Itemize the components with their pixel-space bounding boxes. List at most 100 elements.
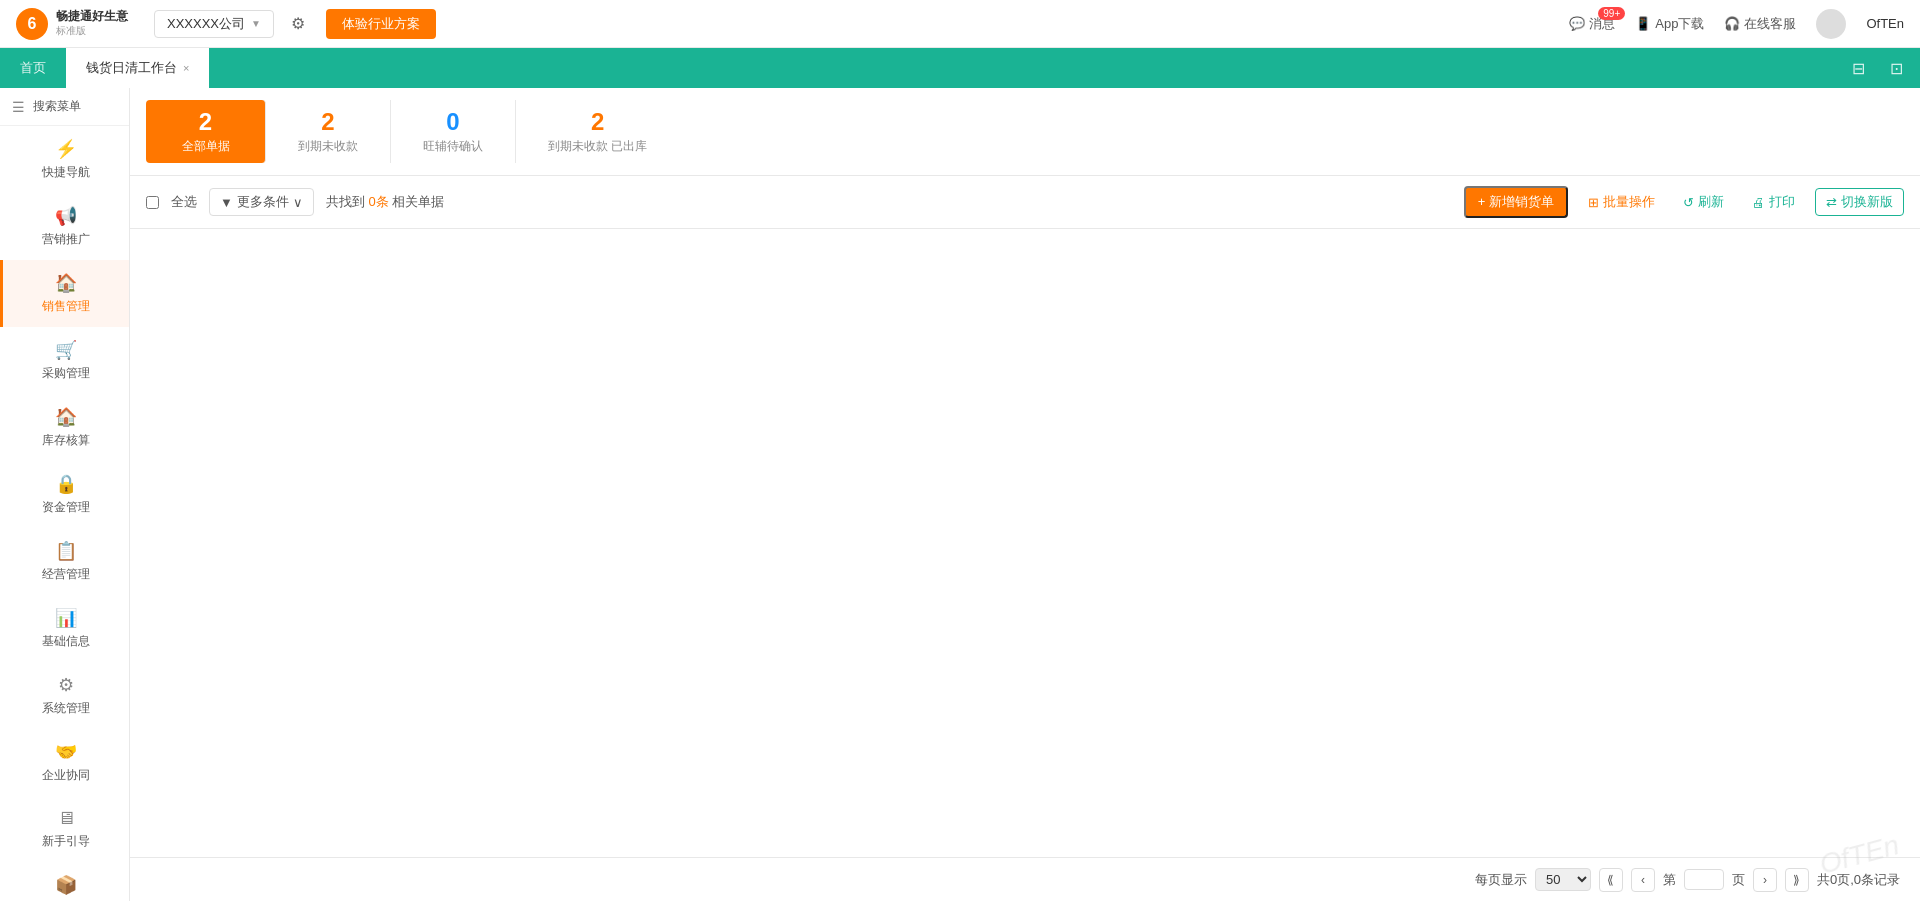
page-input[interactable]: 1 (1684, 869, 1724, 890)
tab-cashflow[interactable]: 钱货日清工作台 × (66, 48, 209, 88)
sidebar-label-capital: 资金管理 (42, 499, 90, 516)
sidebar-item-cooperation[interactable]: 🤝 企业协同 (0, 729, 129, 796)
sidebar-label-system: 系统管理 (42, 700, 90, 717)
nav-tabs-bar: 首页 钱货日清工作台 × ⊟ ⊡ (0, 48, 1920, 88)
stat-number-all: 2 (199, 108, 212, 136)
stat-card-all[interactable]: 2 全部单据 (146, 100, 266, 163)
content-area: 2 全部单据 2 到期未收款 0 旺辅待确认 2 到期未收款 已出库 全选 ▼ … (130, 88, 1920, 901)
online-service-btn[interactable]: 🎧 在线客服 (1724, 15, 1796, 33)
sidebar-label-quick-nav: 快捷导航 (42, 164, 90, 181)
sidebar-item-capital[interactable]: 🔒 资金管理 (0, 461, 129, 528)
settings-icon[interactable]: ⚙ (282, 8, 314, 40)
select-all-checkbox[interactable] (146, 196, 159, 209)
sidebar-label-sales: 销售管理 (42, 298, 90, 315)
table-area (130, 229, 1920, 857)
toolbar-right: + 新增销货单 ⊞ 批量操作 ↺ 刷新 🖨 打印 ⇄ 切换新版 (1464, 186, 1904, 218)
header-right: 💬 消息 99+ 📱 App下载 🎧 在线客服 OfTEn (1569, 9, 1904, 39)
trial-button[interactable]: 体验行业方案 (326, 9, 436, 39)
sidebar-label-basic-info: 基础信息 (42, 633, 90, 650)
guide-icon: 🖥 (57, 808, 75, 829)
logo-area: 6 畅捷通好生意 标准版 (16, 8, 146, 40)
tab-close-icon[interactable]: × (183, 62, 189, 74)
user-name: OfTEn (1866, 16, 1904, 31)
batch-btn[interactable]: ⊞ 批量操作 (1580, 189, 1663, 215)
minimize-icon[interactable]: ⊟ (1844, 54, 1872, 82)
message-btn[interactable]: 💬 消息 99+ (1569, 15, 1615, 33)
search-menu-label: 搜索菜单 (33, 98, 81, 115)
stat-card-overdue[interactable]: 2 到期未收款 (266, 100, 391, 163)
refresh-btn[interactable]: ↺ 刷新 (1675, 189, 1732, 215)
company-name: XXXXXX公司 (167, 15, 245, 33)
next-page-btn[interactable]: › (1753, 868, 1777, 892)
sidebar: ☰ 搜索菜单 ⚡ 快捷导航 📢 营销推广 🏠 销售管理 🛒 采购管理 🏠 库存核… (0, 88, 130, 901)
sidebar-label-guide: 新手引导 (42, 833, 90, 850)
refresh-icon: ↺ (1683, 195, 1694, 210)
online-service-label: 在线客服 (1744, 15, 1796, 33)
maximize-icon[interactable]: ⊡ (1882, 54, 1910, 82)
total-text: 共0页,0条记录 (1817, 871, 1900, 889)
stat-label-pending: 旺辅待确认 (423, 138, 483, 155)
chevron-down-icon: ▼ (251, 18, 261, 29)
page-label: 第 (1663, 871, 1676, 889)
home-tab-label: 首页 (20, 59, 46, 77)
filter-label: 更多条件 (237, 193, 289, 211)
app-center-icon: 📦 (55, 874, 77, 896)
sidebar-item-marketing[interactable]: 📢 营销推广 (0, 193, 129, 260)
sidebar-item-basic-info[interactable]: 📊 基础信息 (0, 595, 129, 662)
stat-label-all: 全部单据 (182, 138, 230, 155)
search-icon: ☰ (12, 99, 25, 115)
headset-icon: 🎧 (1724, 16, 1740, 31)
sidebar-label-operations: 经营管理 (42, 566, 90, 583)
nav-bar-right: ⊟ ⊡ (1844, 54, 1920, 82)
cashflow-tab-label: 钱货日清工作台 (86, 59, 177, 77)
filter-btn[interactable]: ▼ 更多条件 ∨ (209, 188, 314, 216)
sidebar-item-operations[interactable]: 📋 经营管理 (0, 528, 129, 595)
empty-state (130, 229, 1920, 857)
print-btn[interactable]: 🖨 打印 (1744, 189, 1803, 215)
system-icon: ⚙ (58, 674, 74, 696)
switch-icon: ⇄ (1826, 195, 1837, 210)
app-download-label: App下载 (1655, 15, 1704, 33)
sidebar-label-marketing: 营销推广 (42, 231, 90, 248)
sidebar-item-quick-nav[interactable]: ⚡ 快捷导航 (0, 126, 129, 193)
stat-card-pending[interactable]: 0 旺辅待确认 (391, 100, 516, 163)
last-page-btn[interactable]: ⟫ (1785, 868, 1809, 892)
sidebar-label-inventory: 库存核算 (42, 432, 90, 449)
stat-number-overdue: 2 (321, 108, 334, 136)
company-selector[interactable]: XXXXXX公司 ▼ (154, 10, 274, 38)
stat-number-pending: 0 (446, 108, 459, 136)
app-icon: 📱 (1635, 16, 1651, 31)
stat-cards-row: 2 全部单据 2 到期未收款 0 旺辅待确认 2 到期未收款 已出库 (130, 88, 1920, 176)
select-all-label: 全选 (171, 193, 197, 211)
app-download-btn[interactable]: 📱 App下载 (1635, 15, 1704, 33)
stat-label-overdue: 到期未收款 (298, 138, 358, 155)
per-page-select[interactable]: 50 100 200 (1535, 868, 1591, 891)
sidebar-item-guide[interactable]: 🖥 新手引导 (0, 796, 129, 862)
main-layout: ☰ 搜索菜单 ⚡ 快捷导航 📢 营销推广 🏠 销售管理 🛒 采购管理 🏠 库存核… (0, 88, 1920, 901)
page-label2: 页 (1732, 871, 1745, 889)
filter-icon: ▼ (220, 195, 233, 210)
quick-nav-icon: ⚡ (55, 138, 77, 160)
tab-home[interactable]: 首页 (0, 48, 66, 88)
sidebar-item-sales[interactable]: 🏠 销售管理 (0, 260, 129, 327)
per-page-label: 每页显示 (1475, 871, 1527, 889)
capital-icon: 🔒 (55, 473, 77, 495)
sidebar-item-purchase[interactable]: 🛒 采购管理 (0, 327, 129, 394)
message-icon: 💬 (1569, 16, 1585, 31)
prev-page-btn[interactable]: ‹ (1631, 868, 1655, 892)
inventory-icon: 🏠 (55, 406, 77, 428)
sidebar-item-system[interactable]: ⚙ 系统管理 (0, 662, 129, 729)
avatar[interactable] (1816, 9, 1846, 39)
add-sales-btn[interactable]: + 新增销货单 (1464, 186, 1568, 218)
found-text: 共找到 0条 相关单据 (326, 193, 444, 211)
sidebar-item-inventory[interactable]: 🏠 库存核算 (0, 394, 129, 461)
switch-version-btn[interactable]: ⇄ 切换新版 (1815, 188, 1904, 216)
search-menu-btn[interactable]: ☰ 搜索菜单 (0, 88, 129, 126)
batch-icon: ⊞ (1588, 195, 1599, 210)
stat-card-overdue-out[interactable]: 2 到期未收款 已出库 (516, 100, 679, 163)
cooperation-icon: 🤝 (55, 741, 77, 763)
marketing-icon: 📢 (55, 205, 77, 227)
first-page-btn[interactable]: ⟪ (1599, 868, 1623, 892)
sidebar-item-app-center[interactable]: 📦 应用中心 (0, 862, 129, 901)
found-count: 0条 (369, 194, 389, 209)
